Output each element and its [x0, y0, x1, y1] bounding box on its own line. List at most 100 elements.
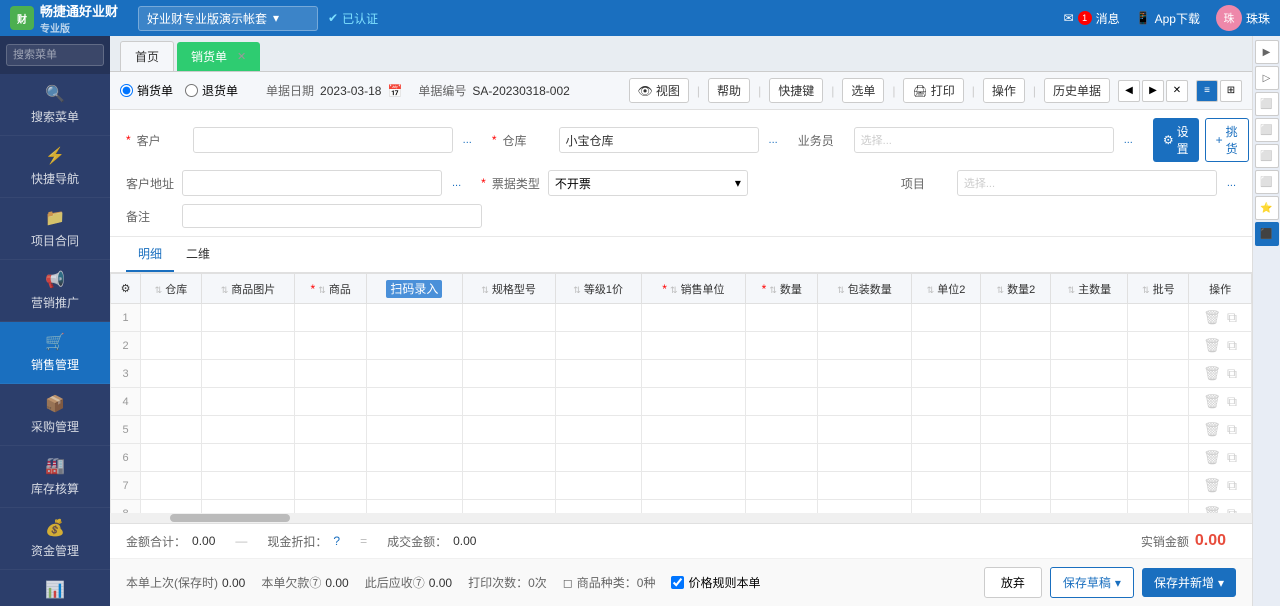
table-cell[interactable] — [201, 304, 294, 332]
copy-icon[interactable]: ⧉ — [1227, 365, 1237, 382]
table-cell[interactable] — [201, 388, 294, 416]
search-input[interactable] — [6, 44, 104, 66]
table-cell[interactable] — [141, 472, 202, 500]
table-cell[interactable] — [1051, 416, 1128, 444]
tab-close-icon[interactable]: ✕ — [237, 50, 246, 63]
table-cell[interactable] — [367, 360, 462, 388]
tab-home[interactable]: 首页 — [120, 41, 174, 71]
user-menu[interactable]: 珠 珠珠 — [1216, 5, 1270, 31]
table-cell[interactable] — [818, 332, 911, 360]
save-new-button[interactable]: 保存并新增 ▾ — [1142, 568, 1236, 597]
table-cell[interactable] — [641, 304, 745, 332]
table-cell[interactable] — [818, 360, 911, 388]
right-panel-btn-3[interactable]: ⬜ — [1255, 92, 1279, 116]
table-cell[interactable] — [818, 388, 911, 416]
delete-icon[interactable]: 🗑 — [1203, 505, 1221, 513]
radio-sale[interactable]: 销货单 — [120, 82, 173, 99]
table-cell[interactable] — [911, 472, 981, 500]
operate-button[interactable]: 操作 — [983, 78, 1025, 103]
copy-icon[interactable]: ⧉ — [1227, 477, 1237, 494]
view-list-button[interactable]: ≡ — [1196, 80, 1218, 102]
table-cell[interactable] — [981, 472, 1051, 500]
table-cell[interactable] — [746, 304, 818, 332]
table-cell[interactable] — [818, 444, 911, 472]
table-cell[interactable] — [911, 360, 981, 388]
table-cell[interactable] — [555, 416, 641, 444]
view-button[interactable]: 👁 视图 — [629, 78, 689, 103]
table-cell[interactable] — [981, 388, 1051, 416]
table-cell[interactable] — [141, 388, 202, 416]
table-cell[interactable] — [1051, 500, 1128, 514]
right-panel-btn-star[interactable]: ⭐ — [1255, 196, 1279, 220]
copy-icon[interactable]: ⧉ — [1227, 393, 1237, 410]
table-cell[interactable] — [1051, 472, 1128, 500]
warehouse-ellipsis-button[interactable]: ... — [769, 134, 778, 146]
table-cell[interactable] — [295, 444, 367, 472]
table-cell[interactable] — [1128, 444, 1189, 472]
table-cell[interactable] — [201, 500, 294, 514]
table-cell[interactable] — [746, 416, 818, 444]
table-cell[interactable] — [295, 360, 367, 388]
address-ellipsis-button[interactable]: ... — [452, 177, 461, 189]
table-cell[interactable] — [746, 444, 818, 472]
table-cell[interactable] — [1128, 416, 1189, 444]
table-cell[interactable] — [462, 304, 555, 332]
messages-button[interactable]: ✉ 1 消息 — [1064, 10, 1120, 27]
table-cell[interactable] — [367, 444, 462, 472]
invoice-type-select[interactable]: 不开票 ▾ — [548, 170, 748, 196]
table-cell[interactable] — [1128, 388, 1189, 416]
settings-button[interactable]: ⚙ 设置 — [1153, 118, 1199, 162]
table-cell[interactable] — [641, 472, 745, 500]
delete-icon[interactable]: 🗑 — [1203, 393, 1221, 410]
table-cell[interactable] — [201, 416, 294, 444]
table-cell[interactable] — [911, 444, 981, 472]
th-settings[interactable]: ⚙ — [111, 274, 141, 304]
right-panel-btn-4[interactable]: ⬜ — [1255, 118, 1279, 142]
sidebar-item-quick-nav[interactable]: ⚡ 快捷导航 — [0, 136, 110, 198]
table-cell[interactable] — [981, 360, 1051, 388]
table-cell[interactable] — [981, 304, 1051, 332]
table-cell[interactable] — [818, 304, 911, 332]
table-cell[interactable] — [555, 472, 641, 500]
delete-icon[interactable]: 🗑 — [1203, 421, 1221, 438]
table-cell[interactable] — [1128, 304, 1189, 332]
table-cell[interactable] — [141, 304, 202, 332]
table-cell[interactable] — [555, 388, 641, 416]
nav-close-button[interactable]: ✕ — [1166, 80, 1188, 102]
table-cell[interactable] — [1051, 360, 1128, 388]
table-cell[interactable] — [1128, 472, 1189, 500]
sidebar-item-marketing[interactable]: 📢 营销推广 — [0, 260, 110, 322]
table-cell[interactable] — [462, 416, 555, 444]
delete-icon[interactable]: 🗑 — [1203, 449, 1221, 466]
sidebar-item-finance[interactable]: 💰 资金管理 — [0, 508, 110, 570]
app-download-button[interactable]: 📱 App下载 — [1136, 10, 1200, 27]
table-cell[interactable] — [641, 500, 745, 514]
nav-prev-button[interactable]: ◀ — [1118, 80, 1140, 102]
table-cell[interactable] — [641, 416, 745, 444]
table-cell[interactable] — [911, 332, 981, 360]
table-cell[interactable] — [746, 360, 818, 388]
table-cell[interactable] — [641, 360, 745, 388]
save-draft-button[interactable]: 保存草稿 ▾ — [1050, 567, 1134, 598]
table-cell[interactable] — [641, 388, 745, 416]
table-cell[interactable] — [1051, 332, 1128, 360]
table-cell[interactable] — [462, 360, 555, 388]
table-cell[interactable] — [141, 416, 202, 444]
table-cell[interactable] — [818, 416, 911, 444]
table-cell[interactable] — [555, 304, 641, 332]
table-cell[interactable] — [141, 332, 202, 360]
table-cell[interactable] — [295, 332, 367, 360]
right-panel-btn-6[interactable]: ⬜ — [1255, 170, 1279, 194]
tab-mingxi[interactable]: 明细 — [126, 237, 174, 272]
right-panel-btn-5[interactable]: ⬜ — [1255, 144, 1279, 168]
table-cell[interactable] — [555, 332, 641, 360]
calendar-icon[interactable]: 📅 — [387, 84, 402, 98]
table-cell[interactable] — [462, 332, 555, 360]
table-cell[interactable] — [462, 444, 555, 472]
table-cell[interactable] — [462, 500, 555, 514]
table-cell[interactable] — [981, 332, 1051, 360]
table-cell[interactable] — [911, 416, 981, 444]
address-input[interactable] — [182, 170, 442, 196]
print-button[interactable]: 🖨 打印 — [903, 78, 963, 103]
copy-icon[interactable]: ⧉ — [1227, 309, 1237, 326]
